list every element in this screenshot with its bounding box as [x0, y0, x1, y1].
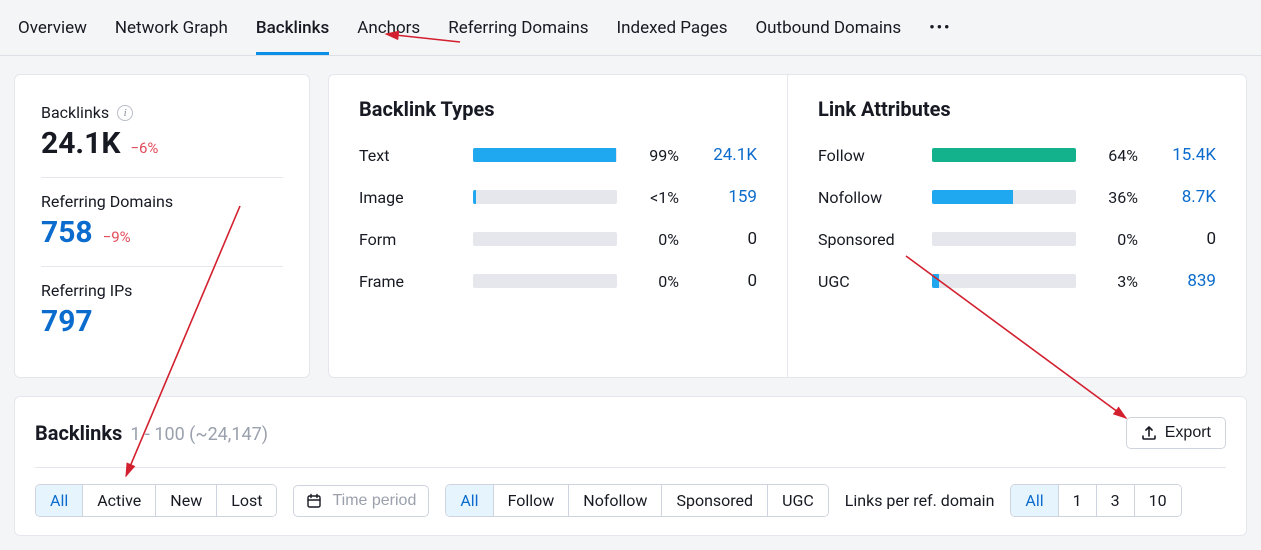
backlinks-list-section: Backlinks 1 - 100 (~24,147) Export AllAc…: [14, 396, 1247, 536]
links-per-domain-option[interactable]: 1: [1059, 485, 1097, 516]
backlink-type-value[interactable]: 24.1K: [697, 145, 757, 165]
backlink-type-value: 0: [697, 229, 757, 249]
tab-indexed-pages[interactable]: Indexed Pages: [617, 12, 728, 55]
link-attribute-row: Sponsored 0% 0: [818, 229, 1216, 249]
backlink-type-row: Form 0% 0: [359, 229, 757, 249]
tab-referring-domains[interactable]: Referring Domains: [448, 12, 588, 55]
summary-ref-ips: Referring IPs 797: [41, 266, 283, 355]
link-attribute-value[interactable]: 15.4K: [1156, 145, 1216, 165]
backlink-type-row: Text 99% 24.1K: [359, 145, 757, 165]
link-attribute-label: Nofollow: [818, 188, 914, 207]
summary-row: Backlinks i 24.1K −6% Referring Domains …: [0, 56, 1261, 396]
list-title: Backlinks: [35, 421, 122, 445]
backlink-type-bar: [473, 232, 617, 246]
summary-backlinks-delta: −6%: [130, 139, 158, 157]
info-icon[interactable]: i: [117, 105, 133, 121]
link-attribute-value: 0: [1156, 229, 1216, 249]
link-attribute-row: UGC 3% 839: [818, 271, 1216, 291]
export-icon: [1141, 425, 1157, 441]
backlink-type-pct: 99%: [635, 146, 679, 165]
type-filter: AllFollowNofollowSponsoredUGC: [445, 484, 828, 517]
links-per-domain-filter: All1310: [1010, 484, 1181, 517]
backlink-type-label: Frame: [359, 272, 455, 291]
export-label: Export: [1165, 424, 1211, 442]
backlink-type-label: Text: [359, 146, 455, 165]
links-per-domain-option[interactable]: 10: [1135, 485, 1181, 516]
backlink-type-pct: 0%: [635, 230, 679, 249]
backlink-types-panel: Backlink Types Text 99% 24.1K Image <1% 159 Fo…: [329, 75, 787, 377]
tab-network-graph[interactable]: Network Graph: [115, 12, 228, 55]
summary-ref-domains-label: Referring Domains: [41, 192, 173, 211]
summary-card: Backlinks i 24.1K −6% Referring Domains …: [14, 74, 310, 378]
link-attribute-bar: [932, 148, 1076, 162]
summary-ref-ips-label: Referring IPs: [41, 281, 132, 300]
link-attribute-bar: [932, 232, 1076, 246]
link-attributes-panel: Link Attributes Follow 64% 15.4K Nofollow 36…: [787, 75, 1246, 377]
backlink-type-label: Form: [359, 230, 455, 249]
backlink-type-value[interactable]: 159: [697, 187, 757, 207]
link-attribute-pct: 0%: [1094, 230, 1138, 249]
backlink-type-pct: <1%: [635, 188, 679, 207]
filters-row: AllActiveNewLost Time period AllFollowNo…: [35, 484, 1226, 517]
backlink-type-bar: [473, 190, 617, 204]
backlink-type-row: Frame 0% 0: [359, 271, 757, 291]
type-filter-option[interactable]: All: [446, 485, 493, 516]
summary-ref-domains: Referring Domains 758 −9%: [41, 177, 283, 266]
link-attribute-value[interactable]: 839: [1156, 271, 1216, 291]
list-range: 1 - 100 (~24,147): [130, 424, 268, 445]
link-attribute-label: UGC: [818, 272, 914, 291]
backlink-type-bar: [473, 274, 617, 288]
main-tabs: Overview Network Graph Backlinks Anchors…: [0, 0, 1261, 56]
backlink-type-label: Image: [359, 188, 455, 207]
status-filter-option[interactable]: All: [36, 485, 83, 516]
calendar-icon: [306, 493, 322, 509]
type-filter-option[interactable]: UGC: [768, 485, 828, 516]
link-attribute-row: Follow 64% 15.4K: [818, 145, 1216, 165]
status-filter-option[interactable]: Active: [83, 485, 156, 516]
export-button[interactable]: Export: [1126, 417, 1226, 449]
link-attribute-row: Nofollow 36% 8.7K: [818, 187, 1216, 207]
tab-outbound-domains[interactable]: Outbound Domains: [755, 12, 901, 55]
backlink-type-pct: 0%: [635, 272, 679, 291]
time-period-button[interactable]: Time period: [293, 485, 429, 517]
summary-backlinks-label: Backlinks: [41, 103, 109, 122]
backlink-type-bar: [473, 148, 617, 162]
link-attribute-bar: [932, 190, 1076, 204]
link-attribute-value[interactable]: 8.7K: [1156, 187, 1216, 207]
metrics-card: Backlink Types Text 99% 24.1K Image <1% 159 Fo…: [328, 74, 1247, 378]
link-attribute-label: Follow: [818, 146, 914, 165]
backlink-type-value: 0: [697, 271, 757, 291]
link-attribute-pct: 3%: [1094, 272, 1138, 291]
link-attributes-title: Link Attributes: [818, 97, 1216, 121]
summary-backlinks-value: 24.1K: [41, 126, 120, 161]
status-filter: AllActiveNewLost: [35, 484, 277, 517]
link-attribute-pct: 64%: [1094, 146, 1138, 165]
type-filter-option[interactable]: Sponsored: [662, 485, 768, 516]
tabs-more-icon[interactable]: •••: [929, 18, 951, 50]
backlink-type-row: Image <1% 159: [359, 187, 757, 207]
divider: [35, 467, 1226, 468]
tab-anchors[interactable]: Anchors: [357, 12, 420, 55]
summary-ref-domains-value[interactable]: 758: [41, 215, 93, 250]
link-attribute-pct: 36%: [1094, 188, 1138, 207]
type-filter-option[interactable]: Follow: [494, 485, 570, 516]
links-per-domain-option[interactable]: All: [1011, 485, 1058, 516]
links-per-domain-option[interactable]: 3: [1097, 485, 1135, 516]
type-filter-option[interactable]: Nofollow: [569, 485, 662, 516]
tab-overview[interactable]: Overview: [18, 12, 87, 55]
summary-ref-domains-delta: −9%: [103, 228, 131, 246]
status-filter-option[interactable]: New: [156, 485, 217, 516]
tab-backlinks[interactable]: Backlinks: [256, 12, 329, 55]
backlink-types-title: Backlink Types: [359, 97, 757, 121]
time-period-label: Time period: [332, 492, 416, 510]
link-attribute-label: Sponsored: [818, 230, 914, 249]
summary-backlinks: Backlinks i 24.1K −6%: [41, 97, 283, 177]
summary-ref-ips-value[interactable]: 797: [41, 304, 93, 339]
status-filter-option[interactable]: Lost: [217, 485, 276, 516]
links-per-domain-label: Links per ref. domain: [845, 491, 995, 510]
link-attribute-bar: [932, 274, 1076, 288]
